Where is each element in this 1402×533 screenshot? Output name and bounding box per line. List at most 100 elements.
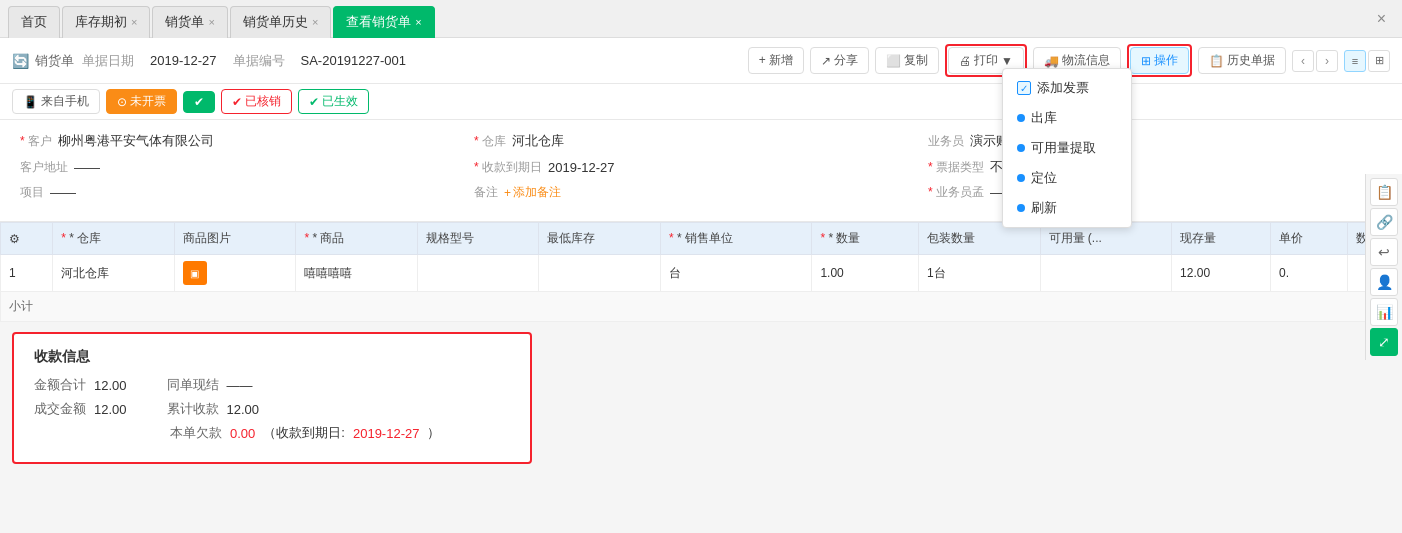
copy-label: 复制: [904, 52, 928, 69]
transaction-amount-label: 成交金额: [34, 400, 86, 418]
project-value: ——: [50, 185, 76, 200]
dropdown-outbound[interactable]: 出库: [1003, 103, 1131, 133]
refresh-label: 刷新: [1031, 199, 1057, 217]
invoice-type-label: 票据类型: [928, 159, 984, 176]
col-settings[interactable]: ⚙: [1, 223, 53, 255]
dropdown-refresh[interactable]: 刷新: [1003, 193, 1131, 223]
tab-view-sales[interactable]: 查看销货单 ×: [333, 6, 434, 38]
print-label: 打印: [974, 52, 998, 69]
tab-view-sales-close[interactable]: ×: [415, 16, 421, 28]
cancelled-label: 已核销: [245, 93, 281, 110]
payment-date-label: 收款到期日: [474, 159, 542, 176]
share-label: 分享: [834, 52, 858, 69]
total-amount-label: 金额合计: [34, 376, 86, 394]
copy-button[interactable]: ⬜ 复制: [875, 47, 939, 74]
history-icon: 📋: [1209, 54, 1224, 68]
payment-date-field: 收款到期日 2019-12-27: [474, 159, 928, 176]
side-icon-link[interactable]: 🔗: [1370, 208, 1398, 236]
location-label: 定位: [1031, 169, 1057, 187]
tab-home[interactable]: 首页: [8, 6, 60, 38]
print-icon: 🖨: [959, 54, 971, 68]
total-amount-value: 12.00: [94, 378, 127, 393]
payment-date-value: 2019-12-27: [548, 160, 615, 175]
transaction-amount-item: 成交金额 12.00: [34, 400, 127, 418]
operations-label: 操作: [1154, 52, 1178, 69]
salesman-field: 业务员孟 ——: [928, 184, 1382, 201]
remark-label: 备注: [474, 184, 498, 201]
employee-label: 业务员: [928, 133, 964, 150]
side-icon-user[interactable]: 👤: [1370, 268, 1398, 296]
tab-inventory-close[interactable]: ×: [131, 16, 137, 28]
subtotal-row: 小计: [1, 292, 1402, 322]
new-button[interactable]: + 新增: [748, 47, 804, 74]
view-grid-button[interactable]: ⊞: [1368, 50, 1390, 72]
phone-icon: 📱: [23, 95, 38, 109]
tabs-container: 首页 库存期初 × 销货单 × 销货单历史 × 查看销货单 ×: [8, 0, 435, 38]
dropdown-location[interactable]: 定位: [1003, 163, 1131, 193]
window-close-button[interactable]: ×: [1369, 6, 1394, 32]
dropdown-add-invoice[interactable]: 添加发票: [1003, 73, 1131, 103]
nav-next[interactable]: ›: [1316, 50, 1338, 72]
project-label: 项目: [20, 184, 44, 201]
side-icon-expand[interactable]: ⤢: [1370, 328, 1398, 356]
from-phone-button[interactable]: 📱 来自手机: [12, 89, 100, 114]
col-model: 规格型号: [417, 223, 539, 255]
logistics-icon: 🚚: [1044, 54, 1059, 68]
balance-date: 2019-12-27: [353, 426, 420, 441]
tab-sales-close[interactable]: ×: [208, 16, 214, 28]
share-button[interactable]: ↗ 分享: [810, 47, 869, 74]
available-qty-dot-icon: [1017, 144, 1025, 152]
tab-sales-label: 销货单: [165, 13, 204, 31]
product-image: ▣: [183, 261, 207, 285]
effective-label: 已生效: [322, 93, 358, 110]
not-open-label: 未开票: [130, 93, 166, 110]
nav-prev[interactable]: ‹: [1292, 50, 1314, 72]
main-toolbar: 🔄 销货单 单据日期 2019-12-27 单据编号 SA-20191227-0…: [0, 38, 1402, 84]
doc-title-label: 销货单: [35, 52, 74, 70]
side-panel: 📋 🔗 ↩ 👤 📊 ⤢: [1365, 174, 1402, 360]
form-row-2: 客户地址 —— 收款到期日 2019-12-27 票据类型 不开票: [20, 158, 1382, 176]
side-icon-doc[interactable]: 📋: [1370, 178, 1398, 206]
total-amount-item: 金额合计 12.00: [34, 376, 127, 394]
from-phone-label: 来自手机: [41, 93, 89, 110]
balance-value: 0.00: [230, 426, 255, 441]
tab-sales-history[interactable]: 销货单历史 ×: [230, 6, 331, 38]
operations-highlight-box: ⊞ 操作: [1127, 44, 1192, 77]
history-label: 历史单据: [1227, 52, 1275, 69]
row-min-stock: [539, 255, 661, 292]
tab-home-label: 首页: [21, 13, 47, 31]
product-table-wrap: ⚙ * * 仓库 商品图片 * * 商品 规格型号 最低库存 * * 销售单位 …: [0, 222, 1402, 322]
dropdown-available-qty[interactable]: 可用量提取: [1003, 133, 1131, 163]
add-invoice-checkbox-icon: [1017, 81, 1031, 95]
side-icon-chart[interactable]: 📊: [1370, 298, 1398, 326]
not-open-button[interactable]: ⊙ 未开票: [106, 89, 177, 114]
tab-view-sales-label: 查看销货单: [346, 13, 411, 31]
effective-button[interactable]: ✔ 已生效: [298, 89, 369, 114]
tab-inventory[interactable]: 库存期初 ×: [62, 6, 150, 38]
operations-button[interactable]: ⊞ 操作: [1130, 47, 1189, 74]
table-header-row: ⚙ * * 仓库 商品图片 * * 商品 规格型号 最低库存 * * 销售单位 …: [1, 223, 1402, 255]
balance-end: ）: [427, 424, 440, 442]
tab-sales-history-close[interactable]: ×: [312, 16, 318, 28]
cancelled-button[interactable]: ✔ 已核销: [221, 89, 292, 114]
remark-add-button[interactable]: + 添加备注: [504, 184, 561, 201]
effective-icon: ✔: [309, 95, 319, 109]
payment-info-title: 收款信息: [34, 348, 510, 366]
invoice-type-field: 票据类型 不开票: [928, 158, 1382, 176]
warehouse-label: 仓库: [474, 133, 506, 150]
col-price: 单价: [1271, 223, 1348, 255]
doc-number-value: SA-20191227-001: [301, 53, 407, 68]
operations-dropdown: 添加发票 出库 可用量提取 定位 刷新: [1002, 68, 1132, 228]
refresh-dot-icon: [1017, 204, 1025, 212]
same-order-label: 同单现结: [167, 376, 219, 394]
tab-inventory-label: 库存期初: [75, 13, 127, 31]
col-qty: * * 数量: [812, 223, 919, 255]
complete-button[interactable]: ✔: [183, 91, 215, 113]
side-icon-return[interactable]: ↩: [1370, 238, 1398, 266]
view-toggle: ≡ ⊞: [1344, 50, 1390, 72]
view-list-button[interactable]: ≡: [1344, 50, 1366, 72]
customer-value: 柳州粤港平安气体有限公司: [58, 132, 214, 150]
history-button[interactable]: 📋 历史单据: [1198, 47, 1286, 74]
tab-sales[interactable]: 销货单 ×: [152, 6, 227, 38]
nav-arrows: ‹ ›: [1292, 50, 1338, 72]
